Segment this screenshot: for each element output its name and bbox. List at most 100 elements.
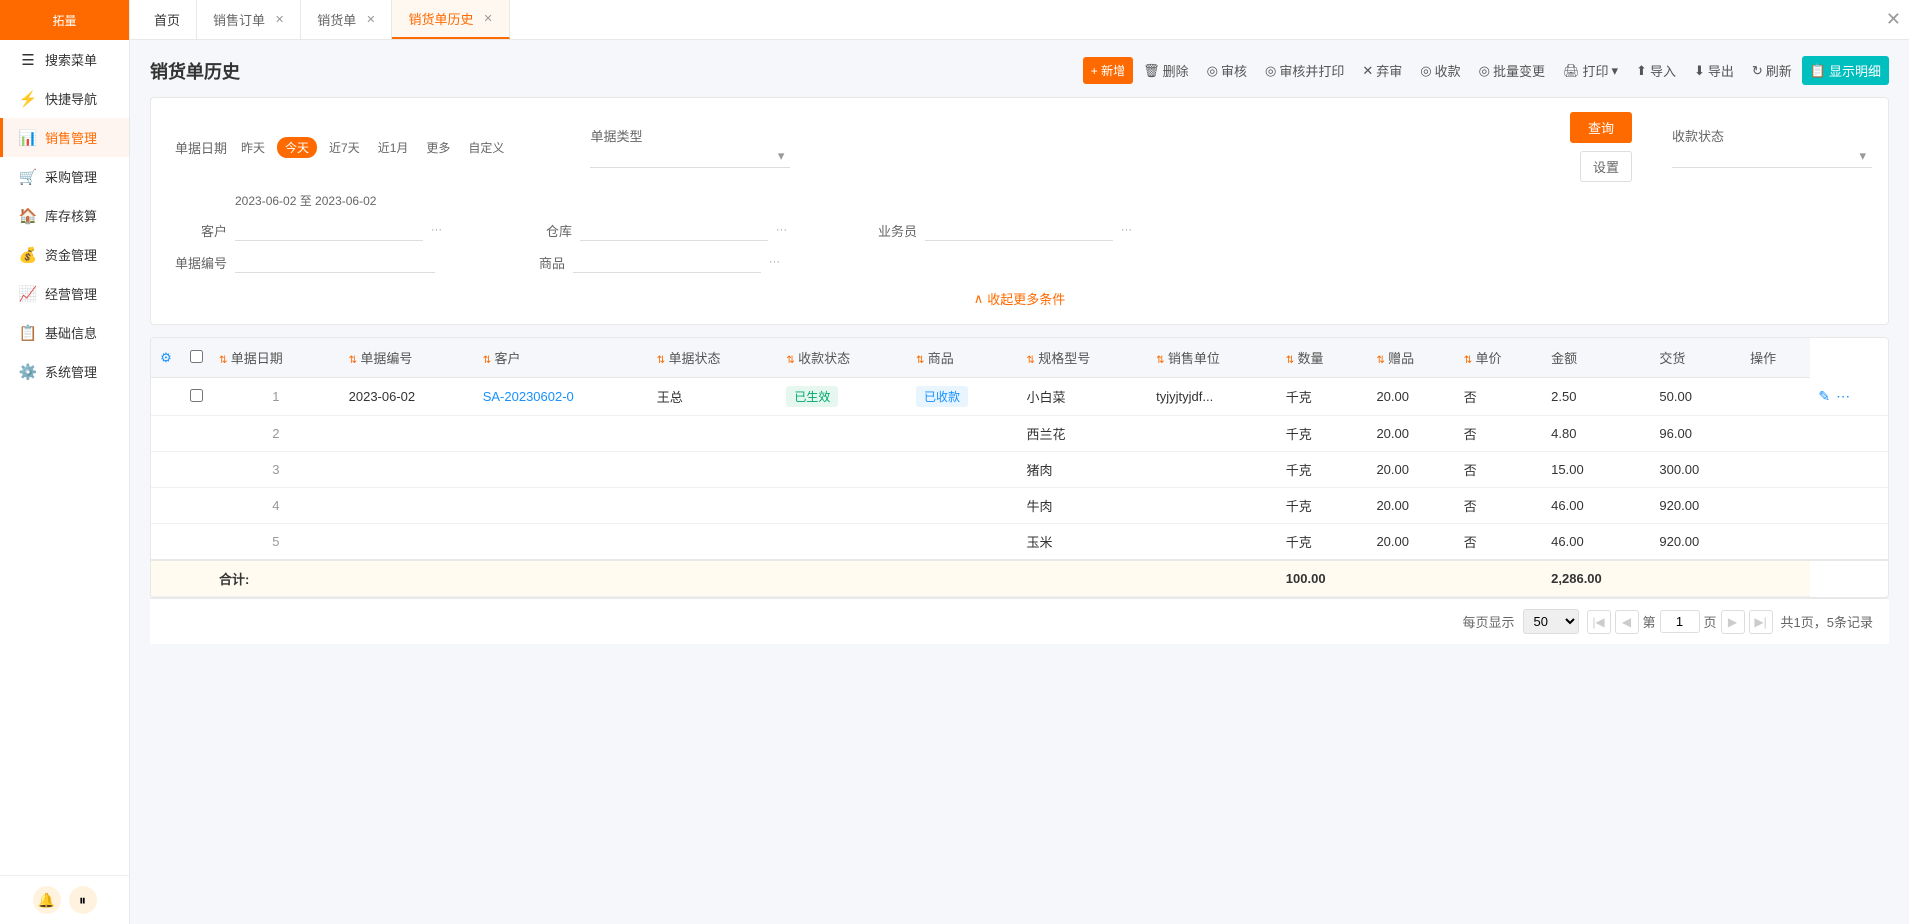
customer-input[interactable]: [235, 219, 423, 241]
sidebar-item-sales-mgmt[interactable]: 📊 销售管理: [0, 118, 129, 157]
collect-btn[interactable]: ◎ 收款: [1412, 56, 1468, 85]
payment-status-select[interactable]: ▾: [1672, 145, 1872, 168]
pause-btn[interactable]: ⏸: [69, 886, 97, 914]
add-btn[interactable]: + 新增: [1083, 57, 1133, 84]
salesman-input[interactable]: [925, 219, 1113, 241]
sidebar-item-label: 基础信息: [45, 323, 97, 342]
amount-cell: 300.00: [1651, 452, 1742, 488]
spec-cell: tyjyjtyjdf...: [1148, 378, 1278, 416]
row-checkbox-cell[interactable]: [181, 524, 211, 561]
doc-no-cell: SA-20230602-0: [475, 378, 649, 416]
close-all-tabs-btn[interactable]: ✕: [1886, 9, 1901, 30]
prev-page-btn[interactable]: ◀: [1615, 610, 1639, 634]
goods-cell: 猪肉: [1019, 452, 1149, 488]
doc-date-cell: [341, 524, 475, 561]
collapse-btn[interactable]: ∧ 收起更多条件: [167, 283, 1872, 310]
tab-home[interactable]: 首页: [138, 0, 197, 39]
sidebar-item-quick-nav[interactable]: ⚡ 快捷导航: [0, 79, 129, 118]
query-btn[interactable]: 查询: [1570, 112, 1632, 143]
transaction-cell: [1742, 378, 1810, 416]
set-btn[interactable]: 设置: [1580, 151, 1632, 182]
table-container: ⚙ ⇅ 单据日期 ⇅ 单据编号: [150, 337, 1889, 598]
content-area: 销货单历史 + 新增 🗑 删除 ◎ 审核 ◎ 审核并打印 ✕ 弃审: [130, 40, 1909, 924]
unit-cell: 千克: [1278, 416, 1369, 452]
show-detail-btn[interactable]: 📋 显示明细: [1802, 56, 1889, 85]
warehouse-input[interactable]: [580, 219, 768, 241]
checkbox-col-header[interactable]: [181, 338, 211, 378]
sidebar-item-finance-mgmt[interactable]: 💰 资金管理: [0, 235, 129, 274]
sort-icon: ⇅: [1156, 355, 1164, 366]
goods-dots[interactable]: ···: [769, 256, 780, 268]
last-page-btn[interactable]: ▶|: [1749, 610, 1773, 634]
row-checkbox-cell[interactable]: [181, 452, 211, 488]
date-btn-more[interactable]: 更多: [420, 137, 456, 158]
date-btn-custom[interactable]: 自定义: [462, 137, 510, 158]
goods-label: 商品: [505, 253, 565, 272]
export-btn[interactable]: ⬇ 导出: [1686, 56, 1742, 85]
sort-icon: ⇅: [219, 355, 227, 366]
more-icon[interactable]: ⋯: [1836, 388, 1850, 405]
customer-dots[interactable]: ···: [431, 224, 442, 236]
row-checkbox-cell[interactable]: [181, 416, 211, 452]
date-filter: 昨天 今天 近7天 近1月 更多 自定义: [235, 137, 510, 158]
row-num: 5: [211, 524, 341, 561]
sort-icon: ⇅: [1464, 355, 1472, 366]
date-btn-7days[interactable]: 近7天: [323, 137, 366, 158]
doc-no-input[interactable]: [235, 251, 435, 273]
sidebar-item-purchase-mgmt[interactable]: 🛒 采购管理: [0, 157, 129, 196]
sidebar-item-operation-mgmt[interactable]: 📈 经营管理: [0, 274, 129, 313]
doc-status-cell: 已生效: [778, 378, 908, 416]
edit-icon[interactable]: ✎: [1818, 388, 1830, 405]
tab-sales-goods-close[interactable]: ✕: [366, 13, 375, 26]
per-page-select[interactable]: 50 100 200: [1523, 609, 1579, 634]
amount-cell: 50.00: [1651, 378, 1742, 416]
select-all-checkbox[interactable]: [190, 350, 203, 363]
batch-change-btn[interactable]: ◎ 批量变更: [1471, 56, 1553, 85]
tab-sales-order[interactable]: 销售订单 ✕: [197, 0, 301, 39]
warehouse-dots[interactable]: ···: [776, 224, 787, 236]
salesman-dots[interactable]: ···: [1121, 224, 1132, 236]
refresh-btn[interactable]: ↻ 刷新: [1744, 56, 1800, 85]
row-checkbox-cell[interactable]: [181, 378, 211, 416]
action-cell: [1810, 488, 1888, 524]
sidebar-item-inventory[interactable]: 🏠 库存核算: [0, 196, 129, 235]
delete-btn[interactable]: 🗑 删除: [1135, 56, 1197, 85]
tab-bar: 首页 销售订单 ✕ 销货单 ✕ 销货单历史 ✕ ✕: [130, 0, 1909, 40]
tab-sales-goods[interactable]: 销货单 ✕: [301, 0, 392, 39]
warehouse-label: 仓库: [512, 221, 572, 240]
print-btn[interactable]: 🖨 打印 ▾: [1555, 56, 1626, 85]
table-header-row: ⚙ ⇅ 单据日期 ⇅ 单据编号: [151, 338, 1888, 378]
date-btn-1month[interactable]: 近1月: [372, 137, 415, 158]
tab-sales-history[interactable]: 销货单历史 ✕: [392, 0, 509, 39]
settings-col-header[interactable]: ⚙: [151, 338, 181, 378]
audit-print-btn[interactable]: ◎ 审核并打印: [1257, 56, 1352, 85]
unit-price-cell: 46.00: [1543, 524, 1651, 561]
qty-cell: 20.00: [1368, 378, 1455, 416]
next-page-btn[interactable]: ▶: [1721, 610, 1745, 634]
tab-sales-history-close[interactable]: ✕: [484, 12, 493, 25]
import-btn[interactable]: ⬆ 导入: [1628, 56, 1684, 85]
unit-price-cell: 2.50: [1543, 378, 1651, 416]
sidebar-item-search-menu[interactable]: ☰ 搜索菜单: [0, 40, 129, 79]
row-checkbox[interactable]: [190, 389, 203, 402]
action-cell: [1810, 452, 1888, 488]
sort-icon: ⇅: [1376, 355, 1384, 366]
notification-btn[interactable]: 🔔: [33, 886, 61, 914]
goods-input[interactable]: [573, 251, 761, 273]
abandon-btn[interactable]: ✕ 弃审: [1354, 56, 1410, 85]
gift-cell: 否: [1456, 524, 1543, 561]
gift-cell: 否: [1456, 378, 1543, 416]
doc-type-select[interactable]: ▾: [590, 145, 790, 168]
payment-status-col-header: ⇅ 收款状态: [778, 338, 908, 378]
sidebar-item-sys-mgmt[interactable]: ⚙️ 系统管理: [0, 352, 129, 391]
sidebar-item-basic-info[interactable]: 📋 基础信息: [0, 313, 129, 352]
page-header: 销货单历史 + 新增 🗑 删除 ◎ 审核 ◎ 审核并打印 ✕ 弃审: [150, 56, 1889, 85]
tab-sales-order-close[interactable]: ✕: [275, 13, 284, 26]
date-btn-today[interactable]: 今天: [277, 137, 317, 158]
row-checkbox-cell[interactable]: [181, 488, 211, 524]
first-page-btn[interactable]: |◀: [1587, 610, 1611, 634]
page-input[interactable]: [1660, 610, 1700, 633]
doc-no-link[interactable]: SA-20230602-0: [483, 389, 574, 404]
date-btn-yesterday[interactable]: 昨天: [235, 137, 271, 158]
audit-btn[interactable]: ◎ 审核: [1199, 56, 1255, 85]
